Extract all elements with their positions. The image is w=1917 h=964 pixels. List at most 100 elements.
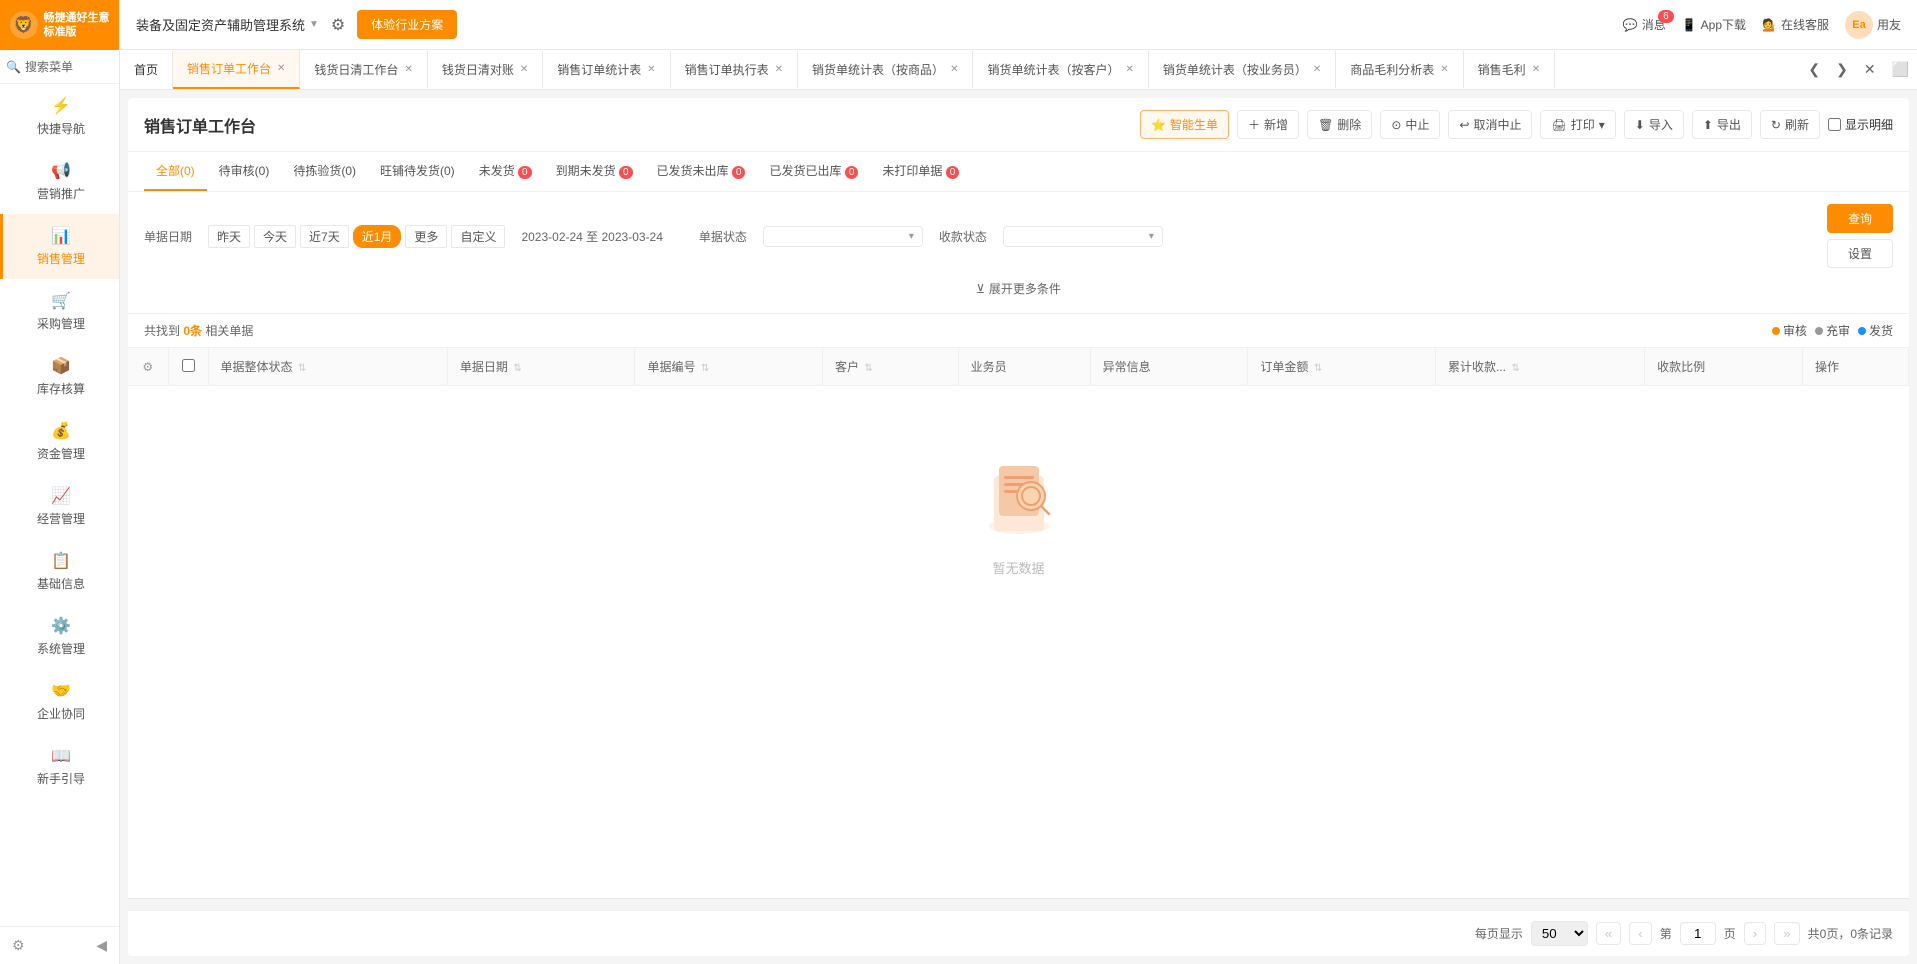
sub-tab-shipped-out[interactable]: 已发货已出库 0: [757, 152, 870, 191]
unreviewed-action-btn[interactable]: 充审: [1815, 322, 1850, 339]
unreviewed-dot-icon: [1815, 327, 1823, 335]
cancel-stop-btn[interactable]: ↩ 取消中止: [1448, 110, 1532, 139]
sub-tab-not-shipped[interactable]: 未发货 0: [467, 152, 544, 191]
export-btn[interactable]: ⬆ 导出: [1692, 110, 1752, 139]
sidebar-item-inventory[interactable]: 📦 库存核算: [0, 344, 119, 409]
1month-btn[interactable]: 近1月: [353, 225, 402, 248]
sort-status-icon[interactable]: ⇅: [298, 363, 306, 374]
settings-filter-btn[interactable]: 设置: [1827, 239, 1893, 268]
tab-maximize-icon[interactable]: ⬜: [1884, 53, 1917, 86]
user-btn[interactable]: Ea 用友: [1845, 11, 1901, 39]
tab-label: 销售订单执行表: [685, 61, 769, 78]
sub-tab-wangpu[interactable]: 旺铺待发货(0): [368, 152, 467, 191]
print-btn[interactable]: 🖨 打印 ▾: [1540, 110, 1615, 139]
sidebar-item-system[interactable]: ⚙️ 系统管理: [0, 604, 119, 669]
query-btn[interactable]: 查询: [1827, 204, 1893, 233]
th-settings[interactable]: ⚙: [128, 348, 168, 386]
tab-close-icon[interactable]: ✕: [950, 64, 958, 75]
delete-btn[interactable]: 🗑 删除: [1307, 110, 1372, 139]
expand-more-btn[interactable]: ⊻ 展开更多条件: [964, 276, 1073, 301]
tab-sales-order-workbench[interactable]: 销售订单工作台 ✕: [173, 50, 300, 89]
tab-prev-btn[interactable]: ❮: [1800, 53, 1828, 86]
main-content: 装备及固定资产辅助管理系统 ▼ ⚙ 体验行业方案 💬 消息 6 📱 App下载 …: [120, 0, 1917, 964]
sub-tab-pending-review[interactable]: 待审核(0): [207, 152, 282, 191]
7days-btn[interactable]: 近7天: [300, 225, 349, 248]
sidebar-item-marketing[interactable]: 📢 营销推广: [0, 149, 119, 214]
status-select[interactable]: ▾: [763, 226, 923, 247]
tab-close-icon[interactable]: ✕: [1532, 64, 1540, 75]
custom-btn[interactable]: 自定义: [451, 225, 505, 248]
more-btn[interactable]: 更多: [405, 225, 447, 248]
yesterday-btn[interactable]: 昨天: [208, 225, 250, 248]
sidebar-item-quick-nav[interactable]: ⚡ 快捷导航: [0, 84, 119, 149]
select-all-checkbox[interactable]: [182, 359, 195, 372]
tab-sales-order-exec[interactable]: 销售订单执行表 ✕: [671, 51, 798, 88]
smart-create-btn[interactable]: ⭐ 智能生单: [1140, 110, 1229, 139]
refresh-btn[interactable]: ↻ 刷新: [1760, 110, 1820, 139]
sidebar-item-base-info[interactable]: 📋 基础信息: [0, 539, 119, 604]
tab-close-icon[interactable]: ✕: [520, 64, 528, 75]
show-detail-checkbox-wrapper[interactable]: 显示明细: [1828, 116, 1893, 133]
sub-tab-shipped-not-out[interactable]: 已发货未出库 0: [645, 152, 758, 191]
sub-tab-not-printed[interactable]: 未打印单据 0: [870, 152, 971, 191]
sort-date-icon[interactable]: ⇅: [513, 363, 521, 374]
first-page-btn[interactable]: «: [1596, 922, 1621, 945]
tab-close-icon[interactable]: ✕: [277, 63, 285, 74]
tab-sales-order-stat[interactable]: 销售订单统计表 ✕: [543, 51, 670, 88]
search-menu[interactable]: 🔍 搜索菜单: [0, 50, 119, 84]
tab-sales-stat-customer[interactable]: 销货单统计表（按客户） ✕: [973, 51, 1148, 88]
dropdown-arrow-icon: ▼: [309, 19, 319, 30]
settings-bottom-btn[interactable]: ⚙: [12, 937, 25, 954]
sub-tab-expired-not-shipped[interactable]: 到期未发货 0: [544, 152, 645, 191]
tab-close-icon[interactable]: ✕: [404, 64, 412, 75]
prev-page-btn[interactable]: ‹: [1629, 922, 1651, 945]
horizontal-scrollbar[interactable]: [128, 898, 1909, 910]
tab-next-btn[interactable]: ❯: [1828, 53, 1856, 86]
sort-customer-icon[interactable]: ⇅: [864, 363, 872, 374]
page-size-select[interactable]: 50 10 20 100: [1531, 921, 1588, 946]
sidebar-item-operations[interactable]: 📈 经营管理: [0, 474, 119, 539]
sidebar-item-guide[interactable]: 📖 新手引导: [0, 734, 119, 799]
add-btn[interactable]: ＋ 新增: [1237, 110, 1299, 139]
collapse-btn[interactable]: ◀: [96, 937, 107, 954]
sort-amount-icon[interactable]: ⇅: [1314, 363, 1322, 374]
last-page-btn[interactable]: »: [1774, 922, 1799, 945]
stop-btn[interactable]: ⊙ 中止: [1380, 110, 1440, 139]
tab-cash-reconcile[interactable]: 钱货日清对账 ✕: [428, 51, 543, 88]
tab-close-icon[interactable]: ✕: [775, 64, 783, 75]
sort-received-icon[interactable]: ⇅: [1511, 363, 1519, 374]
today-btn[interactable]: 今天: [254, 225, 296, 248]
next-page-btn[interactable]: ›: [1744, 922, 1766, 945]
sidebar-item-purchase[interactable]: 🛒 采购管理: [0, 279, 119, 344]
app-download-btn[interactable]: 📱 App下载: [1682, 16, 1746, 33]
sort-number-icon[interactable]: ⇅: [701, 363, 709, 374]
tab-close-all-icon[interactable]: ✕: [1856, 53, 1884, 86]
sidebar-item-sales[interactable]: 📊 销售管理: [0, 214, 119, 279]
tab-close-icon[interactable]: ✕: [1313, 64, 1321, 75]
tab-home[interactable]: 首页: [120, 51, 173, 88]
tab-sales-profit[interactable]: 销售毛利 ✕: [1464, 51, 1555, 88]
system-title-dropdown[interactable]: 装备及固定资产辅助管理系统 ▼: [136, 15, 319, 34]
sub-tab-pending-inspect[interactable]: 待拣验货(0): [281, 152, 368, 191]
tab-cash-daily-workbench[interactable]: 钱货日清工作台 ✕: [300, 51, 427, 88]
tab-close-icon[interactable]: ✕: [1125, 64, 1133, 75]
sidebar-item-collab[interactable]: 🤝 企业协同: [0, 669, 119, 734]
review-action-btn[interactable]: 审核: [1772, 322, 1807, 339]
trial-btn[interactable]: 体验行业方案: [357, 10, 457, 39]
ship-action-btn[interactable]: 发货: [1858, 322, 1893, 339]
cancel-stop-icon: ↩: [1459, 118, 1469, 132]
payment-select[interactable]: ▾: [1003, 226, 1163, 247]
import-btn[interactable]: ⬇ 导入: [1624, 110, 1684, 139]
sidebar-item-finance[interactable]: 💰 资金管理: [0, 409, 119, 474]
page-number-input[interactable]: [1680, 922, 1716, 945]
online-service-btn[interactable]: 💁 在线客服: [1762, 16, 1829, 33]
show-detail-checkbox[interactable]: [1828, 118, 1841, 131]
tab-close-icon[interactable]: ✕: [647, 64, 655, 75]
settings-gear-icon[interactable]: ⚙: [331, 15, 345, 35]
tab-sales-stat-staff[interactable]: 销货单统计表（按业务员） ✕: [1149, 51, 1336, 88]
tab-sales-stat-product[interactable]: 销货单统计表（按商品） ✕: [798, 51, 973, 88]
tab-close-icon[interactable]: ✕: [1440, 64, 1448, 75]
tab-product-margin[interactable]: 商品毛利分析表 ✕: [1336, 51, 1463, 88]
message-btn[interactable]: 💬 消息 6: [1623, 16, 1666, 33]
sub-tab-all[interactable]: 全部(0): [144, 152, 207, 191]
